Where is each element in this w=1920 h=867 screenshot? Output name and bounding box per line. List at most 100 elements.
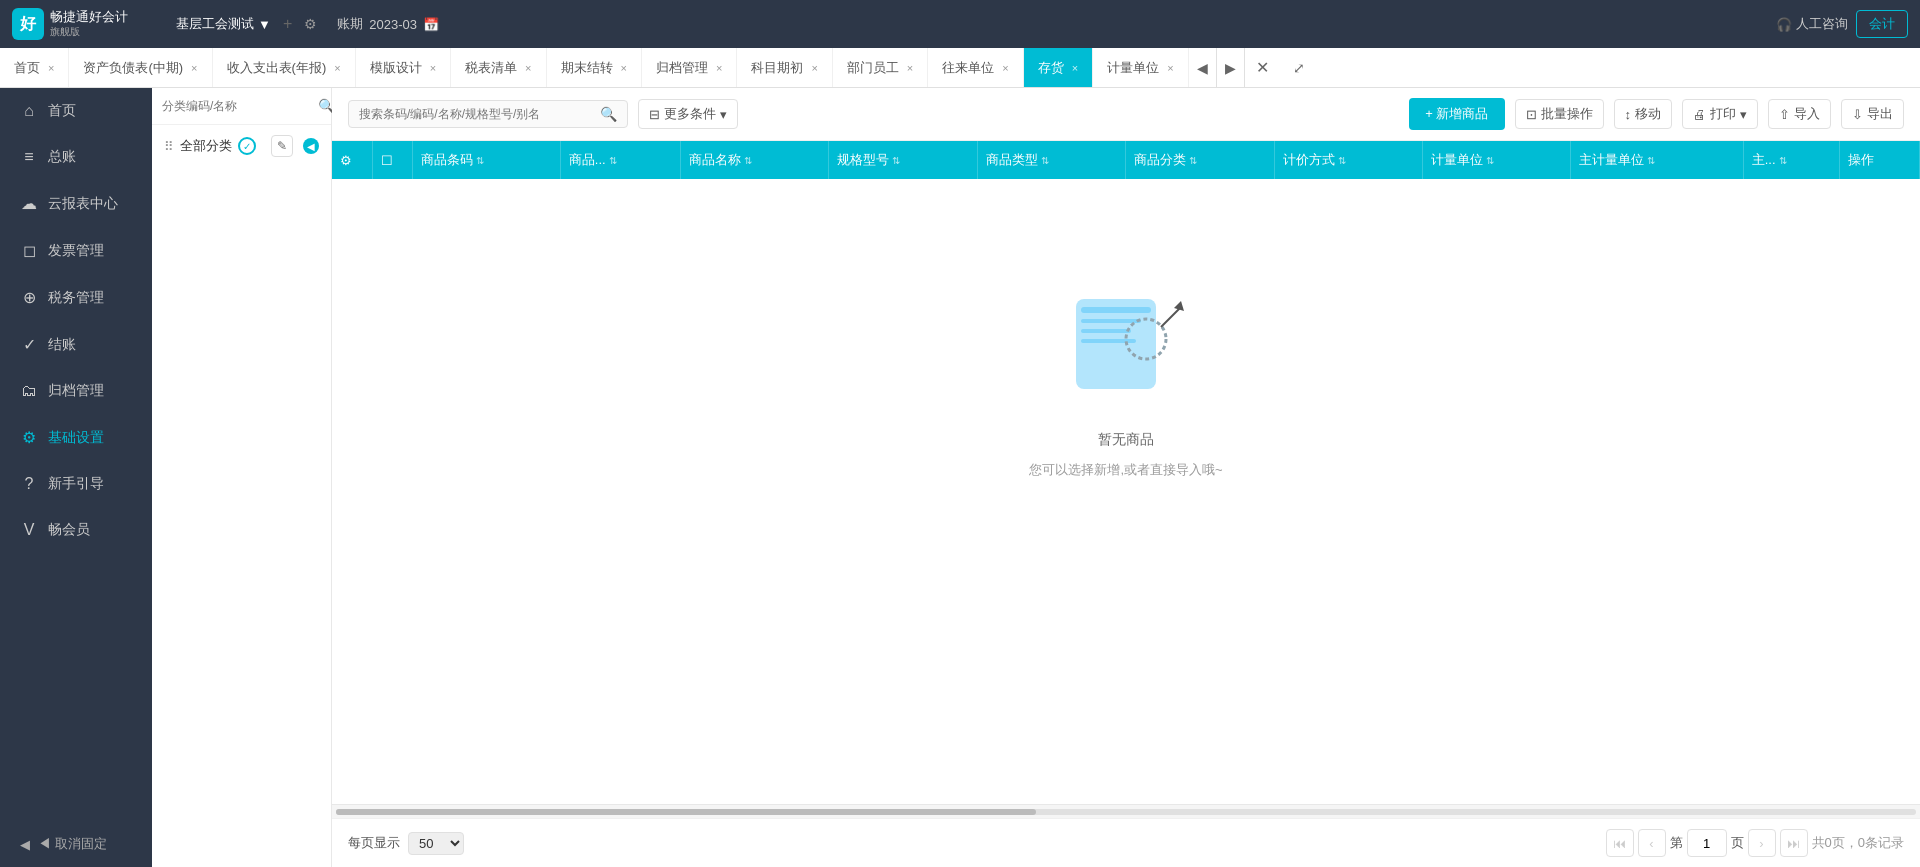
import-btn[interactable]: ⇧ 导入 — [1768, 99, 1831, 129]
page-suffix-label: 页 — [1731, 834, 1744, 852]
batch-operation-btn[interactable]: ⊡ 批量操作 — [1515, 99, 1604, 129]
tab-tax-list[interactable]: 税表清单 × — [451, 48, 546, 87]
export-btn[interactable]: ⇩ 导出 — [1841, 99, 1904, 129]
th-checkbox[interactable]: ☐ — [372, 141, 412, 179]
tab-close-all-btn[interactable]: ✕ — [1245, 48, 1281, 87]
tab-close-icon[interactable]: × — [191, 62, 197, 74]
closing-icon: ✓ — [20, 335, 38, 354]
tab-period-closing[interactable]: 期末结转 × — [547, 48, 642, 87]
chevron-down-icon: ▼ — [258, 17, 271, 32]
calendar-icon[interactable]: 📅 — [423, 17, 439, 32]
th-unit[interactable]: 计量单位⇅ — [1422, 141, 1570, 179]
sidebar-item-home[interactable]: ⌂ 首页 — [0, 88, 152, 134]
tab-inventory[interactable]: 存货 × — [1024, 48, 1093, 87]
tab-label: 计量单位 — [1107, 59, 1159, 77]
human-service-btn[interactable]: 🎧 人工咨询 — [1776, 15, 1848, 33]
member-icon: V — [20, 521, 38, 539]
settings-icon[interactable]: ⚙ — [304, 16, 317, 32]
tab-label: 首页 — [14, 59, 40, 77]
tab-next-btn[interactable]: ▶ — [1217, 48, 1245, 87]
tab-label: 收入支出表(年报) — [227, 59, 327, 77]
last-page-btn[interactable]: ⏭ — [1780, 829, 1808, 857]
category-search-input[interactable] — [162, 99, 312, 113]
scrollbar-thumb[interactable] — [336, 809, 1036, 815]
search-icon[interactable]: 🔍 — [600, 106, 617, 122]
move-icon: ↕ — [1625, 107, 1632, 122]
page-size-dropdown[interactable]: 50 10 20 100 — [408, 832, 464, 855]
prev-page-btn[interactable]: ‹ — [1638, 829, 1666, 857]
tab-subject-initial[interactable]: 科目期初 × — [737, 48, 832, 87]
tab-close-icon[interactable]: × — [907, 62, 913, 74]
print-btn[interactable]: 🖨 打印 ▾ — [1682, 99, 1758, 129]
tab-balance-sheet[interactable]: 资产负债表(中期) × — [69, 48, 212, 87]
print-icon: 🖨 — [1693, 107, 1706, 122]
tab-archive[interactable]: 归档管理 × — [642, 48, 737, 87]
tab-label: 期末结转 — [561, 59, 613, 77]
invoice-icon: ◻ — [20, 241, 38, 260]
th-extra[interactable]: 主...⇅ — [1743, 141, 1839, 179]
sidebar-label: 结账 — [48, 336, 76, 354]
sidebar-item-invoice[interactable]: ◻ 发票管理 — [0, 227, 152, 274]
tab-close-icon[interactable]: × — [525, 62, 531, 74]
sidebar-item-tax[interactable]: ⊕ 税务管理 — [0, 274, 152, 321]
tab-prev-btn[interactable]: ◀ — [1189, 48, 1217, 87]
th-main-unit[interactable]: 主计量单位⇅ — [1571, 141, 1743, 179]
sidebar-item-archive[interactable]: 🗂 归档管理 — [0, 368, 152, 414]
th-price-method[interactable]: 计价方式⇅ — [1274, 141, 1422, 179]
first-page-btn[interactable]: ⏮ — [1606, 829, 1634, 857]
move-btn[interactable]: ↕ 移动 — [1614, 99, 1673, 129]
svg-line-6 — [1161, 307, 1181, 327]
tab-department-staff[interactable]: 部门员工 × — [833, 48, 928, 87]
sidebar-item-guide[interactable]: ? 新手引导 — [0, 461, 152, 507]
th-barcode[interactable]: 商品条码⇅ — [412, 141, 560, 179]
sidebar-label: 归档管理 — [48, 382, 104, 400]
th-name[interactable]: 商品名称⇅ — [681, 141, 829, 179]
category-badge: ✓ — [238, 137, 256, 155]
tab-close-icon[interactable]: × — [716, 62, 722, 74]
tab-close-icon[interactable]: × — [1002, 62, 1008, 74]
logo-icon: 好 — [12, 8, 44, 40]
tab-close-icon[interactable]: × — [811, 62, 817, 74]
tab-close-icon[interactable]: × — [430, 62, 436, 74]
th-code[interactable]: 商品...⇅ — [560, 141, 680, 179]
tab-customers[interactable]: 往来单位 × — [928, 48, 1023, 87]
sidebar-item-member[interactable]: V 畅会员 — [0, 507, 152, 553]
empty-state: 暂无商品 您可以选择新增,或者直接导入哦~ — [332, 179, 1920, 559]
sidebar-item-ledger[interactable]: ≡ 总账 — [0, 134, 152, 180]
th-spec[interactable]: 规格型号⇅ — [829, 141, 977, 179]
add-tab-icon[interactable]: + — [283, 15, 292, 33]
add-product-btn[interactable]: + 新增商品 — [1409, 98, 1504, 130]
tab-template-design[interactable]: 模版设计 × — [356, 48, 451, 87]
sidebar-unpin-btn[interactable]: ◀ ◀ 取消固定 — [0, 821, 152, 867]
tab-measurement-unit[interactable]: 计量单位 × — [1093, 48, 1188, 87]
main-search-input[interactable] — [359, 107, 594, 121]
empty-svg — [1046, 259, 1206, 419]
tab-close-icon[interactable]: × — [334, 62, 340, 74]
main-table-panel: 🔍 ⊟ 更多条件 ▾ + 新增商品 ⊡ 批量操作 ↕ — [332, 88, 1920, 867]
sidebar-item-closing[interactable]: ✓ 结账 — [0, 321, 152, 368]
page-size-select[interactable]: 50 10 20 100 — [408, 832, 464, 855]
guide-icon: ? — [20, 475, 38, 493]
collapse-panel-btn[interactable]: ◀ — [303, 138, 319, 154]
tab-close-icon[interactable]: × — [621, 62, 627, 74]
horizontal-scrollbar[interactable] — [332, 804, 1920, 818]
tab-close-icon[interactable]: × — [1167, 62, 1173, 74]
next-page-btn[interactable]: › — [1748, 829, 1776, 857]
account-button[interactable]: 会计 — [1856, 10, 1908, 38]
filter-btn[interactable]: ⊟ 更多条件 ▾ — [638, 99, 738, 129]
scrollbar-track[interactable] — [336, 809, 1916, 815]
tab-home[interactable]: 首页 × — [0, 48, 69, 87]
sidebar-item-cloud-report[interactable]: ☁ 云报表中心 — [0, 180, 152, 227]
tab-close-icon[interactable]: × — [48, 62, 54, 74]
th-settings[interactable]: ⚙ — [332, 141, 372, 179]
tab-close-icon[interactable]: × — [1072, 62, 1078, 74]
tab-income-statement[interactable]: 收入支出表(年报) × — [213, 48, 356, 87]
edit-category-btn[interactable]: ✎ — [271, 135, 293, 157]
tab-maximize-btn[interactable]: ⤢ — [1281, 48, 1317, 87]
company-selector[interactable]: 基层工会测试 ▼ — [176, 15, 271, 33]
th-type[interactable]: 商品类型⇅ — [977, 141, 1125, 179]
page-number-input[interactable] — [1687, 829, 1727, 857]
tab-label: 资产负债表(中期) — [83, 59, 183, 77]
th-category[interactable]: 商品分类⇅ — [1126, 141, 1274, 179]
sidebar-item-basic-settings[interactable]: ⚙ 基础设置 — [0, 414, 152, 461]
